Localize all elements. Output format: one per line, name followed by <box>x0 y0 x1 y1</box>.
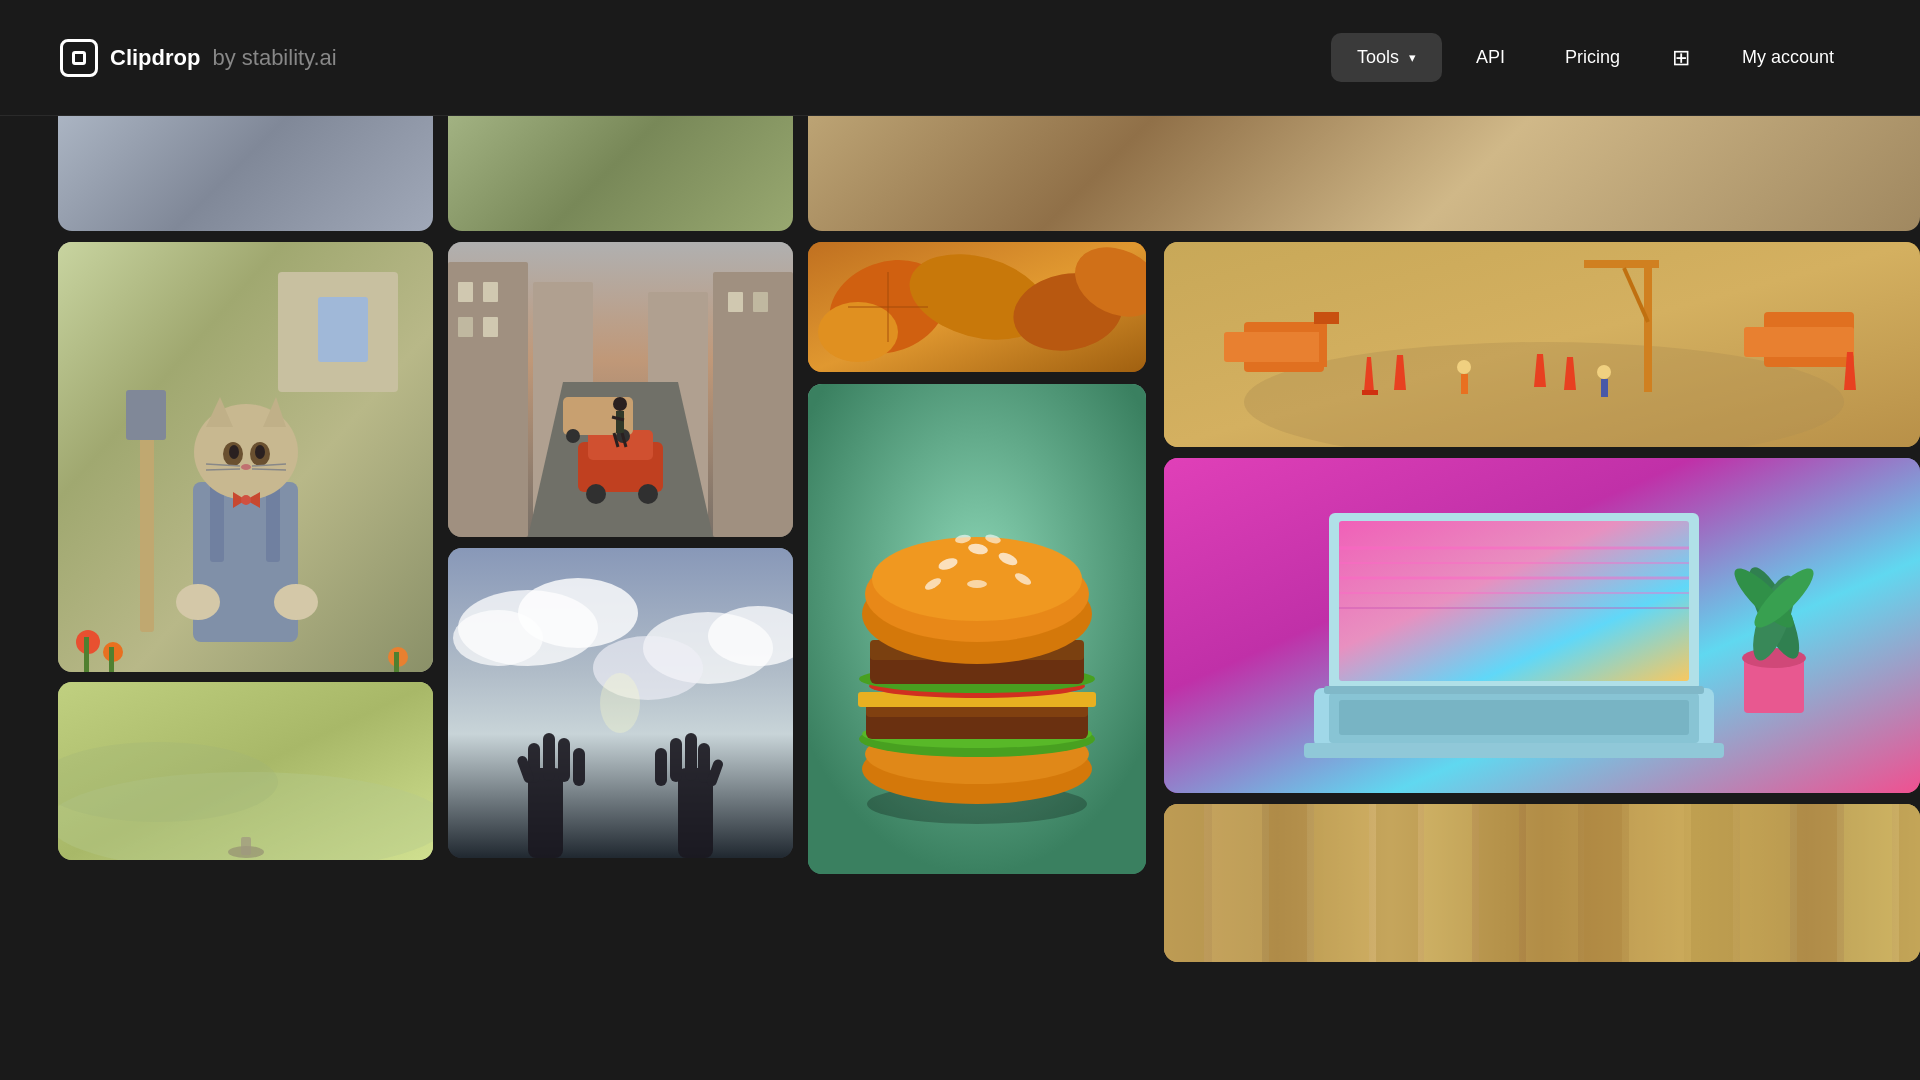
svg-rect-34 <box>713 272 793 537</box>
svg-rect-38 <box>458 317 473 337</box>
list-item[interactable] <box>808 242 1146 372</box>
svg-rect-67 <box>1319 317 1327 367</box>
svg-rect-30 <box>394 652 399 672</box>
svg-rect-72 <box>1362 390 1378 395</box>
pricing-link[interactable]: Pricing <box>1539 33 1646 82</box>
gallery-grid <box>58 116 1862 1080</box>
svg-point-20 <box>241 495 251 505</box>
svg-rect-158 <box>1424 804 1472 962</box>
list-item[interactable] <box>1164 242 1920 447</box>
svg-rect-154 <box>1212 804 1262 962</box>
svg-rect-22 <box>126 390 166 440</box>
svg-point-46 <box>638 484 658 504</box>
nav-icon-button[interactable]: ⊞ <box>1654 31 1708 85</box>
svg-point-45 <box>586 484 606 504</box>
list-item[interactable] <box>448 242 793 537</box>
svg-point-24 <box>274 584 318 620</box>
svg-rect-166 <box>1844 804 1892 962</box>
svg-rect-41 <box>753 292 768 312</box>
svg-point-50 <box>613 397 627 411</box>
svg-rect-164 <box>1740 804 1790 962</box>
svg-rect-28 <box>84 637 89 672</box>
svg-rect-100 <box>685 733 697 781</box>
svg-point-127 <box>967 580 987 588</box>
svg-rect-37 <box>483 282 498 302</box>
svg-rect-135 <box>1339 521 1689 681</box>
svg-line-15 <box>206 469 240 470</box>
svg-rect-161 <box>1584 804 1622 962</box>
svg-line-17 <box>252 469 286 470</box>
list-item[interactable] <box>58 242 433 672</box>
svg-rect-68 <box>1314 312 1339 324</box>
svg-point-11 <box>229 445 239 459</box>
list-item[interactable] <box>1164 458 1920 793</box>
svg-rect-36 <box>458 282 473 302</box>
svg-point-79 <box>1597 365 1611 379</box>
logo[interactable]: Clipdrop by stability.ai <box>60 39 337 77</box>
svg-rect-40 <box>728 292 743 312</box>
list-item[interactable] <box>448 548 793 858</box>
svg-rect-78 <box>1461 374 1468 394</box>
list-item[interactable] <box>58 116 433 231</box>
svg-rect-155 <box>1269 804 1307 962</box>
svg-rect-101 <box>670 738 682 782</box>
main-gallery <box>0 116 1920 1080</box>
svg-rect-159 <box>1479 804 1519 962</box>
svg-rect-132 <box>1339 700 1689 735</box>
svg-rect-94 <box>543 733 555 781</box>
my-account-link[interactable]: My account <box>1716 33 1860 82</box>
svg-rect-102 <box>655 748 667 786</box>
logo-subtext: by stability.ai <box>212 45 336 71</box>
svg-rect-156 <box>1314 804 1369 962</box>
chevron-down-icon: ▾ <box>1409 50 1416 65</box>
logo-text: Clipdrop <box>110 45 200 71</box>
svg-rect-3 <box>193 482 298 642</box>
svg-rect-32 <box>448 262 528 537</box>
svg-rect-29 <box>109 647 114 672</box>
svg-rect-157 <box>1376 804 1418 962</box>
svg-rect-66 <box>1224 332 1324 362</box>
svg-rect-153 <box>1164 804 1204 962</box>
header: Clipdrop by stability.ai Tools ▾ API Pri… <box>0 0 1920 116</box>
list-item[interactable] <box>808 384 1146 874</box>
grid-icon: ⊞ <box>1672 45 1690 70</box>
svg-rect-2 <box>318 297 368 362</box>
svg-rect-39 <box>483 317 498 337</box>
list-item[interactable] <box>808 116 1920 231</box>
nav: Tools ▾ API Pricing ⊞ My account <box>1331 31 1860 85</box>
list-item[interactable] <box>1164 804 1920 962</box>
logo-icon <box>60 39 98 77</box>
svg-rect-70 <box>1744 327 1854 357</box>
tools-button[interactable]: Tools ▾ <box>1331 33 1442 82</box>
svg-point-59 <box>818 302 898 362</box>
svg-rect-80 <box>1601 379 1608 397</box>
svg-point-77 <box>1457 360 1471 374</box>
list-item[interactable] <box>58 682 433 860</box>
svg-rect-151 <box>241 837 251 855</box>
svg-rect-51 <box>616 411 624 433</box>
list-item[interactable] <box>448 116 793 231</box>
svg-point-12 <box>255 445 265 459</box>
svg-point-23 <box>176 584 220 620</box>
svg-rect-82 <box>1584 260 1659 268</box>
svg-rect-134 <box>1324 686 1704 694</box>
svg-point-87 <box>453 610 543 666</box>
svg-rect-167 <box>1899 804 1920 962</box>
svg-point-48 <box>566 429 580 443</box>
svg-rect-95 <box>558 738 570 782</box>
svg-point-13 <box>241 464 251 470</box>
api-link[interactable]: API <box>1450 33 1531 82</box>
svg-rect-162 <box>1629 804 1684 962</box>
svg-rect-81 <box>1644 262 1652 392</box>
svg-rect-130 <box>1304 743 1724 758</box>
svg-rect-163 <box>1691 804 1733 962</box>
svg-rect-96 <box>573 748 585 786</box>
svg-point-91 <box>600 673 640 733</box>
tools-label: Tools <box>1357 47 1399 68</box>
svg-rect-160 <box>1526 804 1578 962</box>
svg-rect-165 <box>1797 804 1837 962</box>
